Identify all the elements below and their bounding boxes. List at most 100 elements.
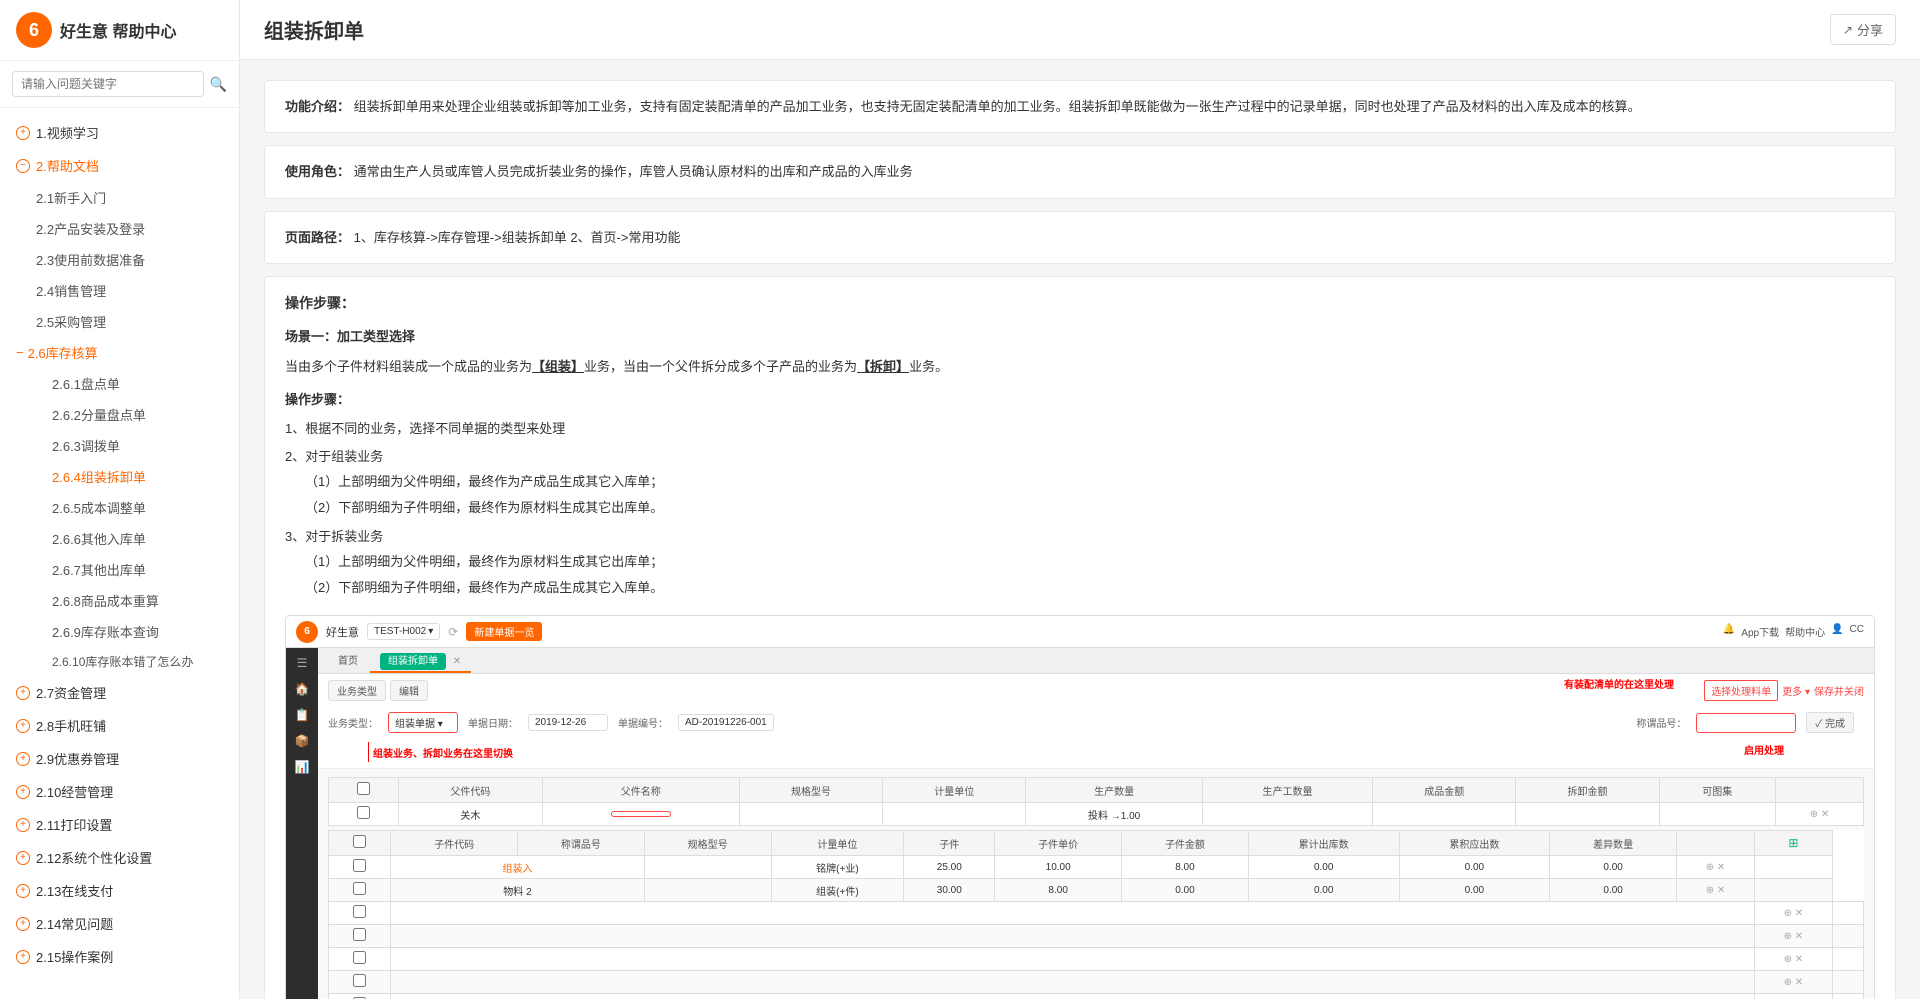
sidebar-item-pay[interactable]: + 2.13在线支付 — [0, 874, 239, 907]
mock-child-row-cb2[interactable] — [353, 882, 366, 895]
mock-th-disamt: 拆卸金额 — [1516, 778, 1659, 803]
sidebar-item-inventory[interactable]: − 2.6库存核算 — [0, 337, 239, 368]
sidebar-item-label: 2.13在线支付 — [36, 881, 113, 900]
mock-tab-new[interactable]: 组装拆卸单 ✕ — [370, 648, 471, 673]
mock-copy-icon4[interactable]: ⊕ — [1784, 908, 1792, 919]
sidebar-item-count[interactable]: 2.6.1盘点单 — [0, 368, 239, 399]
sidebar-item-case[interactable]: + 2.15操作案例 — [0, 940, 239, 973]
mock-config-btn[interactable]: 选择处理料单 — [1704, 680, 1778, 701]
sidebar-item-assembly[interactable]: 2.6.4组装拆卸单 — [0, 461, 239, 492]
mock-top-bar: 6 好生意 TEST-H002 ▾ ⟳ 新建单据一览 🔔 App下载 帮助中心 — [286, 616, 1874, 648]
mock-save-btn[interactable]: 保存并关闭 — [1814, 683, 1864, 698]
mock-child-row-cb6[interactable] — [353, 974, 366, 987]
mock-btn-list[interactable]: 业务类型 — [328, 680, 386, 701]
mock-child-select-all[interactable] — [353, 835, 366, 848]
mock-del-icon5[interactable]: ✕ — [1795, 931, 1803, 942]
sidebar-item-docs[interactable]: − 2.帮助文档 — [0, 149, 239, 182]
mock-copy-icon6[interactable]: ⊕ — [1784, 954, 1792, 965]
mock-ctd-spec2 — [644, 879, 771, 902]
mock-logo: 6 — [296, 621, 318, 643]
table-row: ⊕ ✕ — [329, 902, 1864, 925]
mock-date-input[interactable]: 2019-12-26 — [528, 714, 608, 731]
mock-del-icon[interactable]: ✕ — [1821, 809, 1829, 820]
mock-copy-icon3[interactable]: ⊕ — [1706, 885, 1714, 896]
expand-icon: + — [16, 785, 30, 799]
mock-tab-label: 组装拆卸单 — [380, 653, 446, 670]
mock-del-icon7[interactable]: ✕ — [1795, 977, 1803, 988]
mock-copy-icon[interactable]: ⊕ — [1810, 809, 1818, 820]
mock-row-checkbox[interactable] — [357, 806, 370, 819]
mock-td-amt-val — [1373, 803, 1516, 826]
sidebar-item-install[interactable]: 2.2产品安装及登录 — [0, 213, 239, 244]
mock-warehouse-input[interactable] — [1696, 713, 1796, 733]
sidebar-item-ops[interactable]: + 2.10经营管理 — [0, 775, 239, 808]
mock-child-row-cb5[interactable] — [353, 951, 366, 964]
mock-copy-icon2[interactable]: ⊕ — [1706, 862, 1714, 873]
share-icon: ↗ — [1843, 23, 1853, 37]
expand-icon: + — [16, 917, 30, 931]
mock-del-icon6[interactable]: ✕ — [1795, 954, 1803, 965]
sidebar-item-finance[interactable]: + 2.7资金管理 — [0, 676, 239, 709]
sidebar-item-data[interactable]: 2.3使用前数据准备 — [0, 244, 239, 275]
mock-company-dropdown[interactable]: TEST-H002 ▾ — [367, 623, 440, 640]
mock-content-wrapper: 首页 组装拆卸单 ✕ 业务类型 — [318, 648, 1874, 999]
sidebar-item-custom[interactable]: + 2.12系统个性化设置 — [0, 841, 239, 874]
intro-block: 功能介绍： 组装拆卸单用来处理企业组装或拆卸等加工业务，支持有固定装配清单的产品… — [264, 80, 1896, 133]
mock-new-btn[interactable]: 新建单据一览 — [466, 622, 542, 641]
mock-expand-icon[interactable]: ⊞ — [1788, 836, 1798, 850]
mock-ok-btn[interactable]: ✓ 完成 — [1806, 712, 1854, 733]
sidebar-item-coupon[interactable]: + 2.9优惠券管理 — [0, 742, 239, 775]
sidebar-item-print[interactable]: + 2.11打印设置 — [0, 808, 239, 841]
mock-btn-edit[interactable]: 编辑 — [390, 680, 428, 701]
mock-child-row-cb3[interactable] — [353, 905, 366, 918]
mock-nav-icon1: ☰ — [297, 656, 308, 670]
mock-tab-home[interactable]: 首页 — [328, 648, 368, 673]
mock-copy-icon7[interactable]: ⊕ — [1784, 977, 1792, 988]
share-button[interactable]: ↗ 分享 — [1830, 14, 1896, 45]
mock-th-checkbox — [329, 778, 399, 803]
sidebar-item-label: 2.2产品安装及登录 — [36, 219, 145, 238]
sidebar-item-cost[interactable]: 2.6.5成本调整单 — [0, 492, 239, 523]
mock-child-row-cb4[interactable] — [353, 928, 366, 941]
mock-nav-icon3: 📋 — [295, 708, 310, 722]
mock-ctd-qty2: 30.00 — [904, 879, 995, 902]
sidebar-item-partial[interactable]: 2.6.2分量盘点单 — [0, 399, 239, 430]
sidebar-item-sales[interactable]: 2.4销售管理 — [0, 275, 239, 306]
sidebar-nav: + 1.视频学习 − 2.帮助文档 2.1新手入门 2.2产品安装及登录 2.3… — [0, 108, 239, 999]
mock-del-icon2[interactable]: ✕ — [1717, 862, 1725, 873]
sidebar-item-stockcheck[interactable]: 2.6.9库存账本查询 — [0, 616, 239, 647]
mock-td-unit — [883, 803, 1026, 826]
sidebar-item-mobile[interactable]: + 2.8手机旺铺 — [0, 709, 239, 742]
sidebar-item-label: 2.6.7其他出库单 — [52, 560, 146, 579]
sidebar-item-other-in[interactable]: 2.6.6其他入库单 — [0, 523, 239, 554]
mock-del-icon3[interactable]: ✕ — [1717, 885, 1725, 896]
sidebar-item-faq[interactable]: + 2.14常见问题 — [0, 907, 239, 940]
search-icon[interactable]: 🔍 — [210, 76, 227, 93]
sidebar-item-adjust[interactable]: 2.6.3调拨单 — [0, 430, 239, 461]
step3-2: （2）下部明细为子件明细，最终作为产成品生成其它入库单。 — [285, 576, 1875, 599]
mock-form-row: 业务类型： 组装单据 ▾ 单据日期： 2019-12-26 单据编号： AD-2… — [328, 707, 1864, 738]
mock-close-tab-icon[interactable]: ✕ — [453, 656, 461, 667]
annotation-biztype-area: 组装业务、拆卸业务在这里切换 — [328, 742, 513, 762]
sidebar-item-purchase[interactable]: 2.5采购管理 — [0, 306, 239, 337]
mock-del-icon4[interactable]: ✕ — [1795, 908, 1803, 919]
mock-name-input[interactable] — [611, 811, 671, 817]
mock-nav-icon2: 🏠 — [295, 682, 310, 696]
mock-biztype-select[interactable]: 组装单据 ▾ — [388, 712, 458, 733]
sidebar-item-newcomer[interactable]: 2.1新手入门 — [0, 182, 239, 213]
mock-th-workqty: 生产工数量 — [1202, 778, 1372, 803]
mock-more-btn[interactable]: 更多 ▾ — [1782, 683, 1810, 698]
sidebar-item-label: 1.视频学习 — [36, 123, 99, 142]
sidebar-item-goodcost[interactable]: 2.6.8商品成本重算 — [0, 585, 239, 616]
sidebar-item-other-out[interactable]: 2.6.7其他出库单 — [0, 554, 239, 585]
sidebar-item-mistake[interactable]: 2.6.10库存账本错了怎么办 — [0, 647, 239, 676]
mock-cth-qty: 子件 — [904, 831, 995, 856]
mock-cth-diff: 差异数量 — [1550, 831, 1677, 856]
mock-docno-input[interactable]: AD-20191226-001 — [678, 714, 774, 731]
mock-copy-icon5[interactable]: ⊕ — [1784, 931, 1792, 942]
mock-select-all-checkbox[interactable] — [357, 782, 370, 795]
search-input[interactable] — [12, 71, 204, 97]
mock-child-row-cb1[interactable] — [353, 859, 366, 872]
sidebar-item-videos[interactable]: + 1.视频学习 — [0, 116, 239, 149]
mock-ctd-spec1 — [644, 856, 771, 879]
